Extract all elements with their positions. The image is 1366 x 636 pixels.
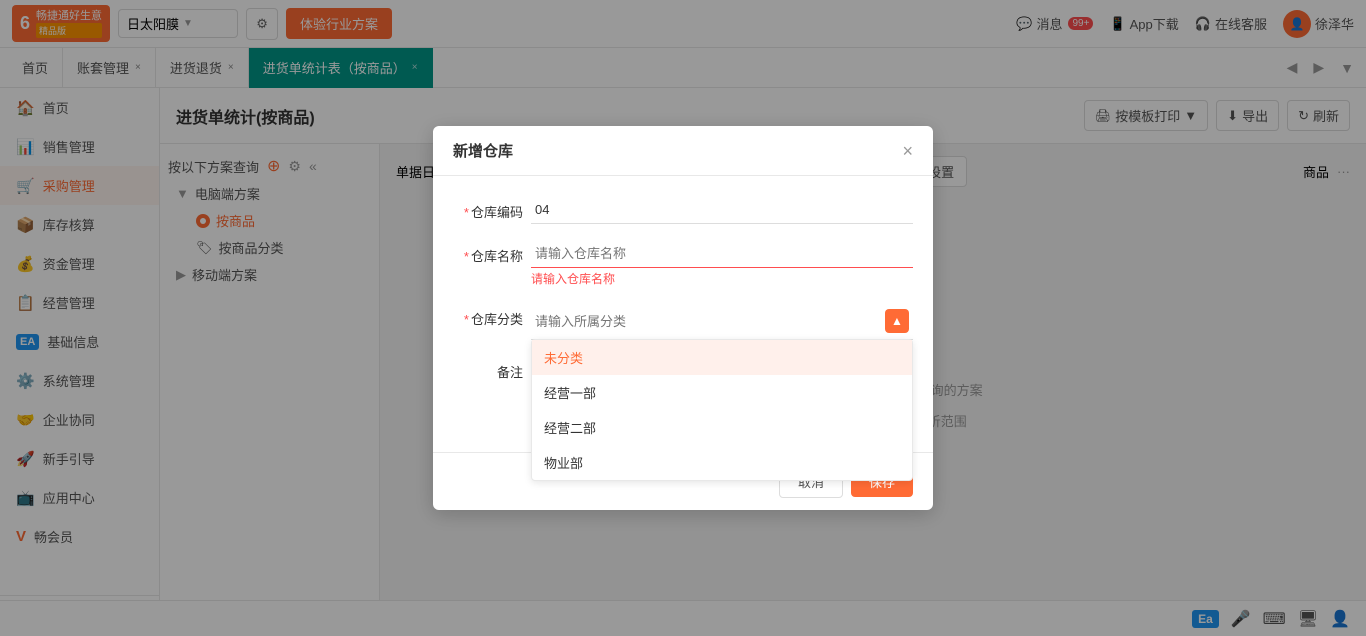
form-row-category: 仓库分类 ▲ 未分类 经营一部 经营二部 物业部	[453, 303, 913, 340]
category-input[interactable]	[535, 314, 885, 329]
dropdown-item-dept3[interactable]: 物业部	[532, 445, 912, 480]
name-error-message: 请输入仓库名称	[531, 270, 913, 287]
category-selector: ▲ 未分类 经营一部 经营二部 物业部	[531, 303, 913, 340]
category-input-wrap: ▲	[531, 303, 913, 340]
category-label: 仓库分类	[453, 303, 523, 328]
name-label: 仓库名称	[453, 240, 523, 265]
code-label: 仓库编码	[453, 196, 523, 221]
name-input[interactable]	[531, 240, 913, 268]
dialog-body: 仓库编码 仓库名称 请输入仓库名称 仓库分类 ▲	[433, 176, 933, 452]
dropdown-item-uncategorized[interactable]: 未分类	[532, 340, 912, 375]
category-toggle-button[interactable]: ▲	[885, 309, 909, 333]
dialog-title: 新增仓库	[453, 140, 513, 161]
form-row-name: 仓库名称 请输入仓库名称	[453, 240, 913, 287]
dialog-header: 新增仓库 ×	[433, 126, 933, 176]
dropdown-item-dept2[interactable]: 经营二部	[532, 410, 912, 445]
form-row-code: 仓库编码	[453, 196, 913, 224]
new-warehouse-dialog: 新增仓库 × 仓库编码 仓库名称 请输入仓库名称 仓库分类	[433, 126, 933, 510]
remarks-label: 备注	[453, 356, 523, 381]
category-dropdown: 未分类 经营一部 经营二部 物业部	[531, 339, 913, 481]
modal-overlay[interactable]: 新增仓库 × 仓库编码 仓库名称 请输入仓库名称 仓库分类	[0, 0, 1366, 636]
dialog-close-button[interactable]: ×	[902, 142, 913, 160]
code-input[interactable]	[531, 196, 913, 224]
name-field-wrap: 请输入仓库名称	[531, 240, 913, 287]
dropdown-item-dept1[interactable]: 经营一部	[532, 375, 912, 410]
